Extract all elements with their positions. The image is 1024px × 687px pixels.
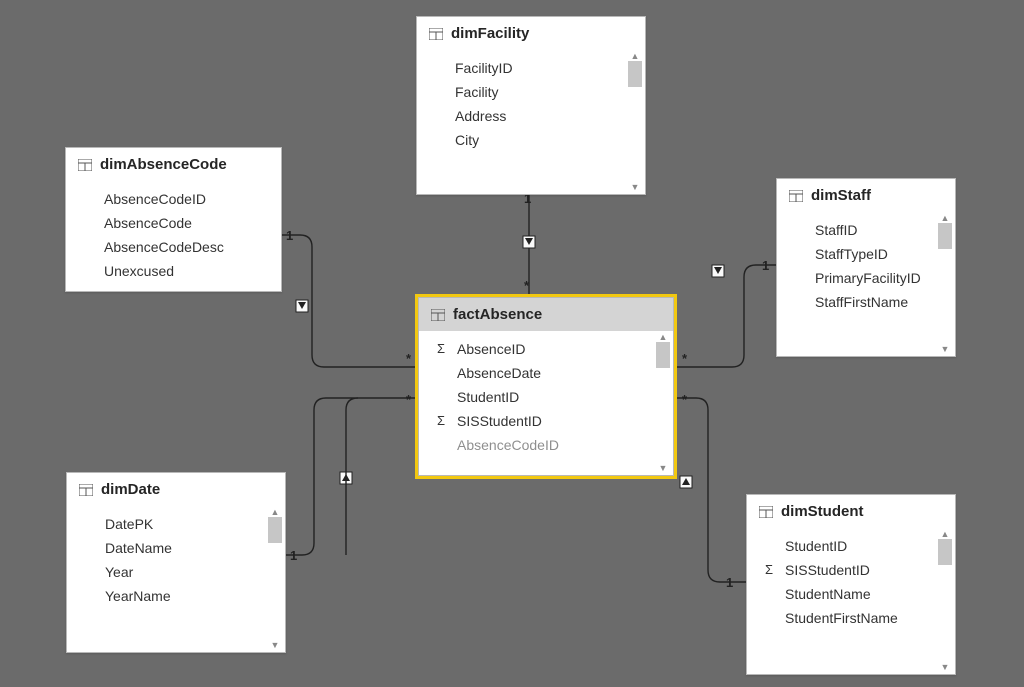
field-item[interactable]: YearName [67, 584, 285, 608]
entity-dimFacility[interactable]: dimFacility FacilityID Facility Address … [416, 16, 646, 195]
scroll-up-icon[interactable]: ▲ [631, 52, 640, 61]
table-icon [78, 159, 92, 171]
svg-text:*: * [524, 278, 530, 293]
field-item[interactable]: StudentName [747, 582, 955, 606]
field-item[interactable]: StaffTypeID [777, 242, 955, 266]
svg-text:1: 1 [286, 228, 293, 243]
sigma-icon: Σ [765, 562, 773, 577]
table-icon [759, 506, 773, 518]
entity-title: factAbsence [419, 298, 673, 331]
entity-dimAbsenceCode[interactable]: dimAbsenceCode AbsenceCodeID AbsenceCode… [65, 147, 282, 292]
scroll-down-icon[interactable]: ▼ [941, 663, 950, 672]
entity-title-text: dimStaff [811, 187, 871, 204]
field-item[interactable]: Unexcused [66, 259, 281, 283]
entity-dimDate[interactable]: dimDate DatePK DateName Year YearName ▲ … [66, 472, 286, 653]
field-list: StaffID StaffTypeID PrimaryFacilityID St… [777, 212, 955, 356]
field-item[interactable]: DateName [67, 536, 285, 560]
field-item[interactable]: DatePK [67, 512, 285, 536]
scrollbar[interactable]: ▲ ▼ [937, 528, 953, 674]
scroll-down-icon[interactable]: ▼ [271, 641, 280, 650]
entity-dimStudent[interactable]: dimStudent StudentID Σ SISStudentID Stud… [746, 494, 956, 675]
entity-title: dimStaff [777, 179, 955, 212]
entity-title: dimDate [67, 473, 285, 506]
field-item[interactable]: Σ AbsenceID [419, 337, 673, 361]
field-item[interactable]: City [417, 128, 645, 152]
scroll-down-icon[interactable]: ▼ [631, 183, 640, 192]
field-item[interactable]: Σ SISStudentID [419, 409, 673, 433]
model-canvas[interactable]: 1 * 1 * 1 * 1 * 1 * d [0, 0, 1024, 687]
table-icon [789, 190, 803, 202]
svg-text:*: * [682, 351, 688, 366]
scroll-up-icon[interactable]: ▲ [271, 508, 280, 517]
field-list: Σ AbsenceID AbsenceDate StudentID Σ SISS… [419, 331, 673, 475]
field-item[interactable]: FacilityID [417, 56, 645, 80]
field-list: StudentID Σ SISStudentID StudentName Stu… [747, 528, 955, 674]
scrollbar[interactable]: ▲ ▼ [267, 506, 283, 652]
field-item[interactable]: AbsenceCodeID [419, 433, 673, 457]
field-list: DatePK DateName Year YearName ▲ ▼ [67, 506, 285, 652]
field-item[interactable]: StudentID [419, 385, 673, 409]
entity-title: dimFacility [417, 17, 645, 50]
scroll-up-icon[interactable]: ▲ [941, 530, 950, 539]
entity-title: dimAbsenceCode [66, 148, 281, 181]
scroll-down-icon[interactable]: ▼ [659, 464, 668, 473]
field-item[interactable]: AbsenceDate [419, 361, 673, 385]
entity-title-text: dimFacility [451, 25, 529, 42]
field-item[interactable]: Facility [417, 80, 645, 104]
entity-title-text: dimStudent [781, 503, 864, 520]
field-list: FacilityID Facility Address City ▲ ▼ [417, 50, 645, 194]
svg-text:*: * [406, 392, 412, 407]
field-item[interactable]: AbsenceCodeID [66, 187, 281, 211]
svg-text:1: 1 [290, 548, 297, 563]
field-item[interactable]: StaffID [777, 218, 955, 242]
scroll-down-icon[interactable]: ▼ [941, 345, 950, 354]
table-icon [79, 484, 93, 496]
scrollbar[interactable]: ▲ ▼ [655, 331, 671, 475]
field-item[interactable]: AbsenceCode [66, 211, 281, 235]
svg-text:*: * [406, 351, 412, 366]
sigma-icon: Σ [437, 341, 445, 356]
field-item[interactable]: Year [67, 560, 285, 584]
entity-factAbsence[interactable]: factAbsence Σ AbsenceID AbsenceDate Stud… [418, 297, 674, 476]
entity-dimStaff[interactable]: dimStaff StaffID StaffTypeID PrimaryFaci… [776, 178, 956, 357]
table-icon [429, 28, 443, 40]
scroll-up-icon[interactable]: ▲ [941, 214, 950, 223]
svg-text:*: * [682, 392, 688, 407]
field-item[interactable]: StaffFirstName [777, 290, 955, 314]
field-item[interactable]: Σ SISStudentID [747, 558, 955, 582]
table-icon [431, 309, 445, 321]
entity-title-text: dimAbsenceCode [100, 156, 227, 173]
field-item[interactable]: PrimaryFacilityID [777, 266, 955, 290]
entity-title-text: factAbsence [453, 306, 542, 323]
svg-text:1: 1 [762, 258, 769, 273]
entity-title: dimStudent [747, 495, 955, 528]
svg-text:1: 1 [726, 575, 733, 590]
field-item[interactable]: StudentFirstName [747, 606, 955, 630]
scrollbar[interactable]: ▲ ▼ [627, 50, 643, 194]
field-list: AbsenceCodeID AbsenceCode AbsenceCodeDes… [66, 181, 281, 291]
scrollbar[interactable]: ▲ ▼ [937, 212, 953, 356]
field-item[interactable]: StudentID [747, 534, 955, 558]
field-item[interactable]: Address [417, 104, 645, 128]
field-item[interactable]: AbsenceCodeDesc [66, 235, 281, 259]
scroll-up-icon[interactable]: ▲ [659, 333, 668, 342]
entity-title-text: dimDate [101, 481, 160, 498]
sigma-icon: Σ [437, 413, 445, 428]
